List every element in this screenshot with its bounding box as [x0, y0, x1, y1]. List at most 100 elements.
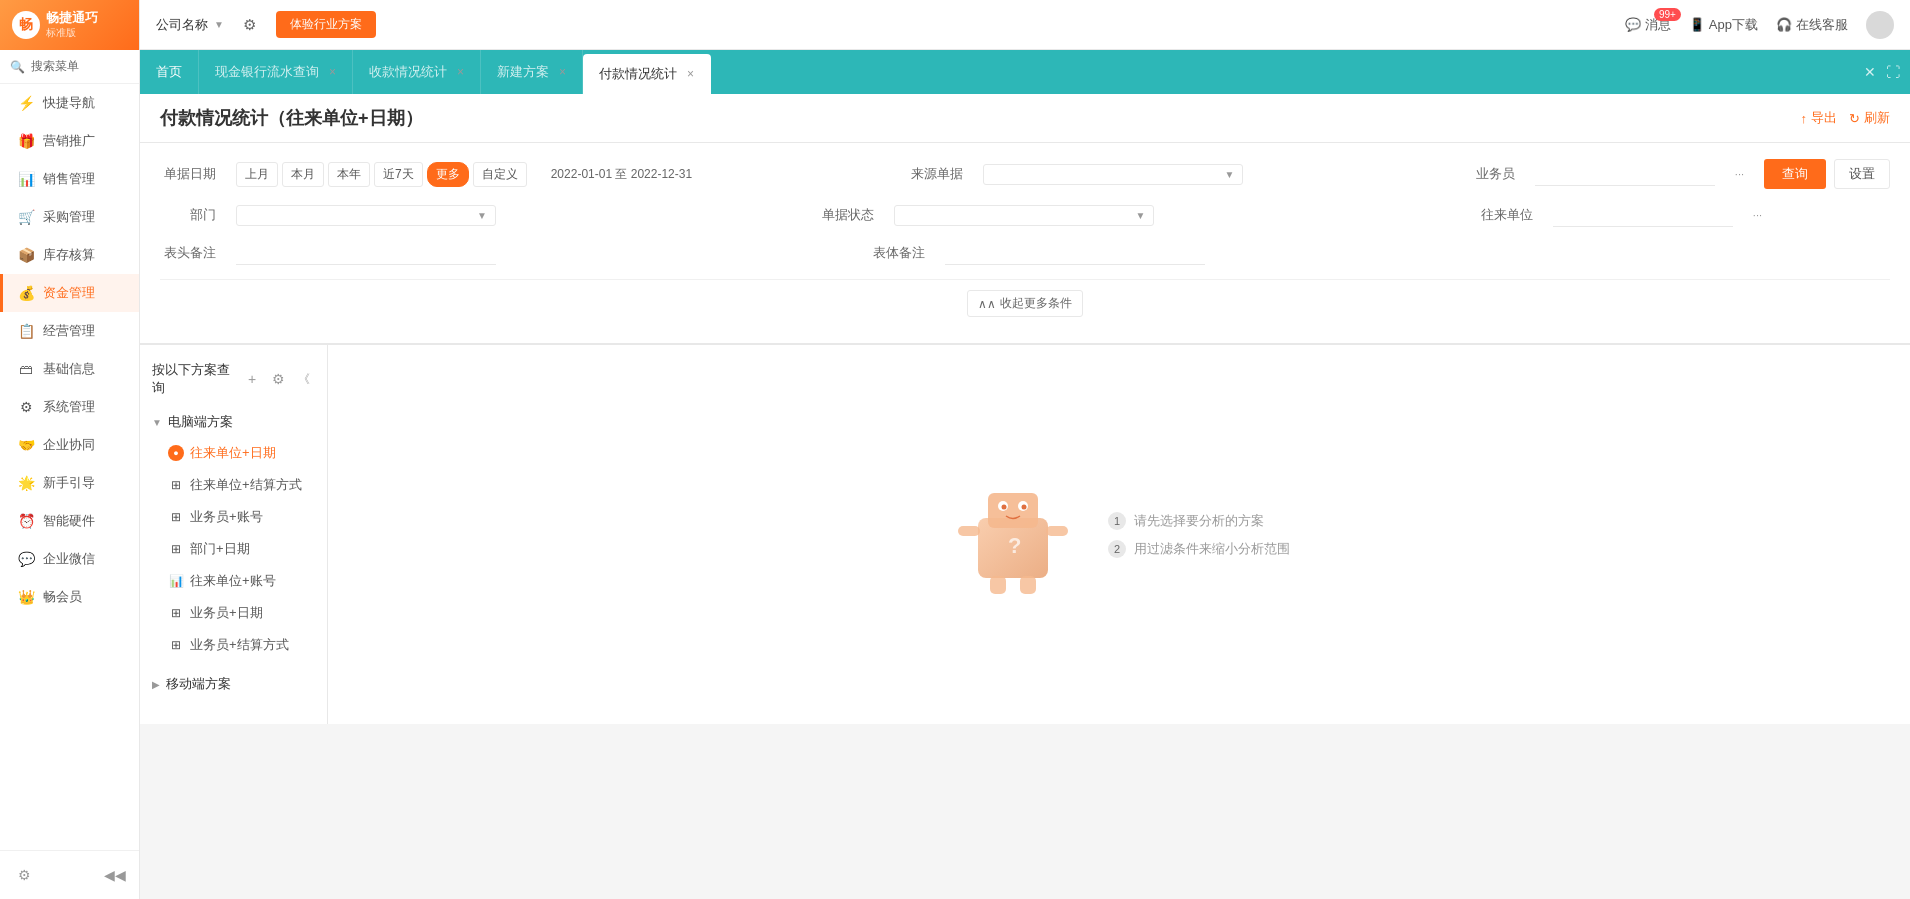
- scheme-settings-btn[interactable]: ⚙: [267, 368, 289, 390]
- scheme-desktop-label: 电脑端方案: [168, 413, 233, 431]
- tab-expand-icon[interactable]: ⛶: [1886, 64, 1900, 80]
- company-dropdown-icon: ▼: [214, 19, 224, 30]
- tab-close-all-icon[interactable]: ✕: [1864, 64, 1876, 80]
- voucher-status-select[interactable]: ▼: [894, 205, 1154, 226]
- scheme-desktop-group: ▼ 电脑端方案 ● 往来单位+日期 ⊞ 往来单位+结算方式 ⊞ 业务员+账号: [140, 403, 327, 665]
- customer-service-btn[interactable]: 🎧 在线客服: [1776, 16, 1848, 34]
- partner-input[interactable]: [1553, 203, 1733, 227]
- partner-more-icon[interactable]: ···: [1753, 209, 1762, 221]
- notification-icon: 💬: [1625, 17, 1641, 32]
- sidebar-item-company[interactable]: 🤝 企业协同: [0, 426, 139, 464]
- settings-btn[interactable]: 设置: [1834, 159, 1890, 189]
- sidebar-item-label: 系统管理: [43, 398, 95, 416]
- refresh-btn[interactable]: ↻ 刷新: [1849, 109, 1890, 127]
- scheme-item-salesperson-date[interactable]: ⊞ 业务员+日期: [140, 597, 327, 629]
- sidebar-item-inventory[interactable]: 📦 库存核算: [0, 236, 139, 274]
- scheme-add-btn[interactable]: +: [241, 368, 263, 390]
- sidebar-item-purchase[interactable]: 🛒 采购管理: [0, 198, 139, 236]
- sidebar-footer: ⚙ ◀◀: [0, 850, 139, 899]
- filter-action-btns: 查询 设置: [1764, 159, 1890, 189]
- logo-badge: 标准版: [46, 26, 98, 40]
- collapse-row: ∧∧ 收起更多条件: [160, 279, 1890, 327]
- dept-select[interactable]: ▼: [236, 205, 496, 226]
- date-btn-7days[interactable]: 近7天: [374, 162, 423, 187]
- tab-new-scheme-close[interactable]: ×: [559, 65, 566, 79]
- page-header-actions: ↑ 导出 ↻ 刷新: [1801, 109, 1891, 127]
- content-area: 按以下方案查询 + ⚙ 《 ▼ 电脑端方案 ● 往来单位+日期: [140, 344, 1910, 724]
- scheme-item-active-icon: ●: [168, 445, 184, 461]
- date-buttons: 上月 本月 本年 近7天 更多 自定义: [236, 162, 527, 187]
- tab-payment-stats[interactable]: 付款情况统计 ×: [583, 54, 711, 94]
- scheme-collapse-btn[interactable]: 《: [293, 368, 315, 390]
- weixin-icon: 💬: [17, 550, 35, 568]
- salesperson-more-icon[interactable]: ···: [1735, 168, 1744, 180]
- footer-collapse-icon[interactable]: ◀◀: [101, 861, 129, 889]
- trial-btn[interactable]: 体验行业方案: [276, 11, 376, 38]
- scheme-mobile-header[interactable]: ▶ 移动端方案: [140, 669, 327, 699]
- sidebar-item-guide[interactable]: 🌟 新手引导: [0, 464, 139, 502]
- source-arrow-icon: ▼: [1225, 169, 1235, 180]
- scheme-item-partner-date[interactable]: ● 往来单位+日期: [140, 437, 327, 469]
- header-settings-btn[interactable]: ⚙: [236, 11, 264, 39]
- scheme-item-salesperson-settlement[interactable]: ⊞ 业务员+结算方式: [140, 629, 327, 661]
- app-download-btn[interactable]: 📱 App下载: [1689, 16, 1758, 34]
- sidebar-item-system[interactable]: ⚙ 系统管理: [0, 388, 139, 426]
- scheme-desktop-header[interactable]: ▼ 电脑端方案: [140, 407, 327, 437]
- logo-icon: 畅: [12, 11, 40, 39]
- salesperson-input[interactable]: [1535, 162, 1715, 186]
- tab-new-scheme[interactable]: 新建方案 ×: [481, 50, 583, 94]
- sidebar-item-finance[interactable]: 💰 资金管理: [0, 274, 139, 312]
- header-actions: 💬 消息 99+ 📱 App下载 🎧 在线客服: [1625, 11, 1894, 39]
- scheme-desktop-arrow: ▼: [152, 417, 162, 428]
- top-header: 公司名称 ▼ ⚙ 体验行业方案 💬 消息 99+ 📱 App下载 🎧 在线客服: [140, 0, 1910, 50]
- tab-cash-flow[interactable]: 现金银行流水查询 ×: [199, 50, 353, 94]
- svg-rect-6: [958, 526, 980, 536]
- sidebar-item-operations[interactable]: 📋 经营管理: [0, 312, 139, 350]
- page-title: 付款情况统计（往来单位+日期）: [160, 106, 423, 130]
- body-note-input[interactable]: [945, 241, 1205, 265]
- sidebar-item-marketing[interactable]: 🎁 营销推广: [0, 122, 139, 160]
- export-btn[interactable]: ↑ 导出: [1801, 109, 1838, 127]
- scheme-item-partner-settlement[interactable]: ⊞ 往来单位+结算方式: [140, 469, 327, 501]
- svg-rect-9: [1020, 576, 1036, 594]
- date-btn-this-year[interactable]: 本年: [328, 162, 370, 187]
- tab-collection-stats[interactable]: 收款情况统计 ×: [353, 50, 481, 94]
- date-btn-custom[interactable]: 自定义: [473, 162, 527, 187]
- sidebar-item-basic-info[interactable]: 🗃 基础信息: [0, 350, 139, 388]
- collapse-btn[interactable]: ∧∧ 收起更多条件: [967, 290, 1083, 317]
- header-note-label: 表头备注: [160, 244, 216, 262]
- basic-info-icon: 🗃: [17, 360, 35, 378]
- scheme-item-partner-account[interactable]: 📊 往来单位+账号: [140, 565, 327, 597]
- sidebar-item-member[interactable]: 👑 畅会员: [0, 578, 139, 616]
- notification-btn[interactable]: 💬 消息 99+: [1625, 16, 1671, 34]
- export-icon: ↑: [1801, 111, 1808, 126]
- date-btn-last-month[interactable]: 上月: [236, 162, 278, 187]
- scheme-mobile-label: 移动端方案: [166, 675, 231, 693]
- sidebar-item-label: 企业协同: [43, 436, 95, 454]
- tab-cash-flow-close[interactable]: ×: [329, 65, 336, 79]
- sidebar-item-hardware[interactable]: ⏰ 智能硬件: [0, 502, 139, 540]
- empty-svg: ?: [948, 468, 1078, 598]
- header-note-input[interactable]: [236, 241, 496, 265]
- empty-hints: 1 请先选择要分析的方案 2 用过滤条件来缩小分析范围: [1108, 512, 1290, 558]
- sidebar-item-quick-nav[interactable]: ⚡ 快捷导航: [0, 84, 139, 122]
- scheme-item-salesperson-account[interactable]: ⊞ 业务员+账号: [140, 501, 327, 533]
- sidebar-item-weixin[interactable]: 💬 企业微信: [0, 540, 139, 578]
- search-menu[interactable]: 🔍 搜索菜单: [0, 50, 139, 84]
- date-btn-this-month[interactable]: 本月: [282, 162, 324, 187]
- sidebar-item-sales[interactable]: 📊 销售管理: [0, 160, 139, 198]
- date-btn-more[interactable]: 更多: [427, 162, 469, 187]
- query-btn[interactable]: 查询: [1764, 159, 1826, 189]
- voucher-status-arrow-icon: ▼: [1136, 210, 1146, 221]
- collapse-up-icon: ∧∧: [978, 297, 996, 311]
- tab-payment-close[interactable]: ×: [687, 67, 694, 81]
- quick-nav-icon: ⚡: [17, 94, 35, 112]
- tab-home[interactable]: 首页: [140, 50, 199, 94]
- svg-point-4: [1002, 505, 1007, 510]
- user-avatar[interactable]: [1866, 11, 1894, 39]
- tab-collection-close[interactable]: ×: [457, 65, 464, 79]
- footer-settings-icon[interactable]: ⚙: [10, 861, 38, 889]
- scheme-item-dept-date[interactable]: ⊞ 部门+日期: [140, 533, 327, 565]
- company-selector[interactable]: 公司名称 ▼: [156, 16, 224, 34]
- source-select[interactable]: ▼: [983, 164, 1243, 185]
